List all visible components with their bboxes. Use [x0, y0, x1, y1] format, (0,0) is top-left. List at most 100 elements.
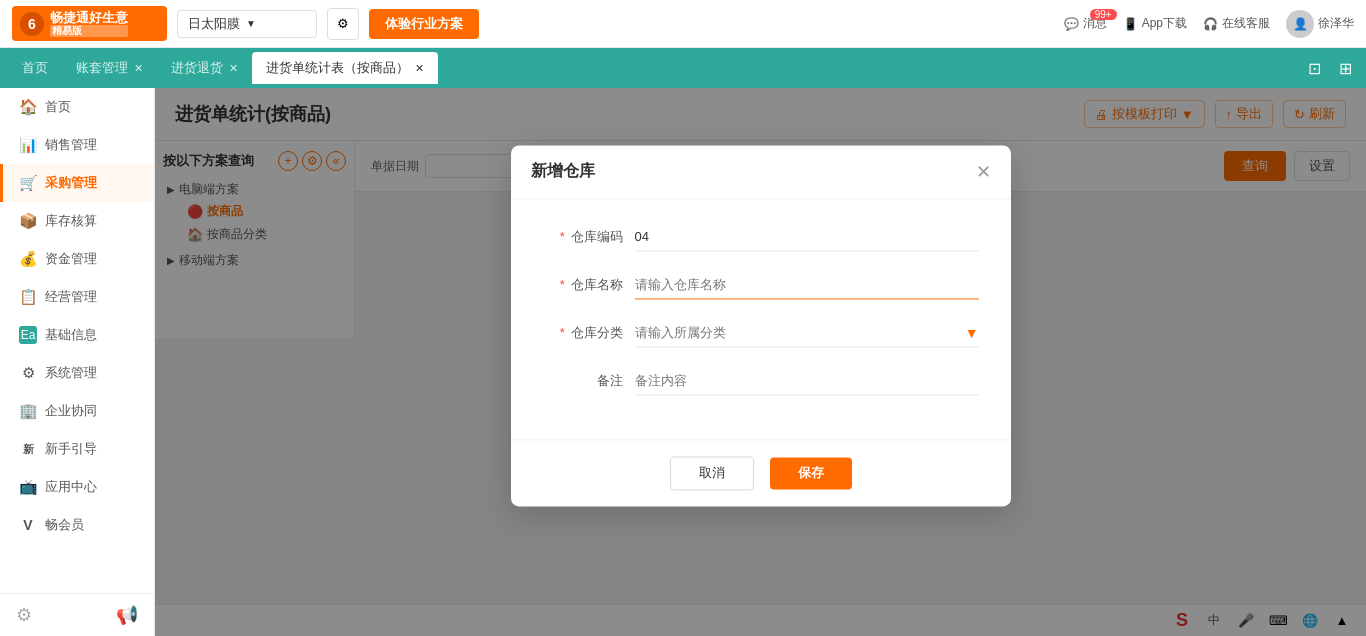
purchase-icon: 🛒 — [19, 174, 37, 192]
logo-icon: 6 — [20, 12, 44, 36]
tab-purchase-stats-label: 进货单统计表（按商品） — [266, 59, 409, 77]
code-required: * — [560, 229, 565, 244]
sidebar-item-appcenter[interactable]: 📺 应用中心 — [0, 468, 154, 506]
sidebar-item-sales[interactable]: 📊 销售管理 — [0, 126, 154, 164]
code-input[interactable] — [635, 223, 979, 251]
settings-gear-icon[interactable]: ⚙ — [16, 604, 32, 626]
sidebar-label-appcenter: 应用中心 — [45, 478, 97, 496]
category-dropdown-icon[interactable]: ▼ — [965, 325, 979, 341]
sidebar-item-guide[interactable]: 新 新手引导 — [0, 430, 154, 468]
cancel-button[interactable]: 取消 — [670, 456, 754, 490]
tab-accounts[interactable]: 账套管理 ✕ — [62, 52, 157, 84]
store-name: 日太阳膜 — [188, 15, 240, 33]
category-input[interactable] — [635, 319, 965, 346]
sidebar-item-operation[interactable]: 📋 经营管理 — [0, 278, 154, 316]
sidebar-item-vip[interactable]: V 畅会员 — [0, 506, 154, 544]
headset-icon: 🎧 — [1203, 17, 1218, 31]
header-right: 💬 消息 99+ 📱 App下载 🎧 在线客服 👤 徐泽华 — [1064, 10, 1354, 38]
tab-bar: 首页 账套管理 ✕ 进货退货 ✕ 进货单统计表（按商品） ✕ ⊡ ⊞ — [0, 48, 1366, 88]
tab-restore-button[interactable]: ⊡ — [1302, 57, 1327, 80]
speaker-icon[interactable]: 📢 — [116, 604, 138, 626]
sidebar-item-basic[interactable]: Ea 基础信息 — [0, 316, 154, 354]
online-service-item[interactable]: 🎧 在线客服 — [1203, 15, 1270, 32]
name-required: * — [560, 277, 565, 292]
store-selector[interactable]: 日太阳膜 ▼ — [177, 10, 317, 38]
sidebar: 🏠 首页 📊 销售管理 🛒 采购管理 📦 库存核算 💰 资金管理 📋 经营管理 … — [0, 88, 155, 636]
sidebar-label-guide: 新手引导 — [45, 440, 97, 458]
main-layout: 🏠 首页 📊 销售管理 🛒 采购管理 📦 库存核算 💰 资金管理 📋 经营管理 … — [0, 88, 1366, 636]
sidebar-item-home[interactable]: 🏠 首页 — [0, 88, 154, 126]
try-industry-button[interactable]: 体验行业方案 — [369, 9, 479, 39]
sidebar-label-sales: 销售管理 — [45, 136, 97, 154]
sidebar-label-home: 首页 — [45, 98, 71, 116]
sidebar-item-purchase[interactable]: 🛒 采购管理 — [0, 164, 154, 202]
name-input[interactable] — [635, 271, 979, 299]
vip-icon: V — [19, 516, 37, 534]
enterprise-icon: 🏢 — [19, 402, 37, 420]
sidebar-item-inventory[interactable]: 📦 库存核算 — [0, 202, 154, 240]
modal-header: 新增仓库 ✕ — [511, 145, 1011, 199]
tab-expand-button[interactable]: ⊞ — [1333, 57, 1358, 80]
online-service-label: 在线客服 — [1222, 15, 1270, 32]
gear-icon: ⚙ — [337, 16, 349, 31]
tab-home[interactable]: 首页 — [8, 52, 62, 84]
sidebar-label-operation: 经营管理 — [45, 288, 97, 306]
tab-accounts-close[interactable]: ✕ — [134, 62, 143, 75]
sidebar-item-finance[interactable]: 💰 资金管理 — [0, 240, 154, 278]
app-download-item[interactable]: 📱 App下载 — [1123, 15, 1187, 32]
finance-icon: 💰 — [19, 250, 37, 268]
user-item[interactable]: 👤 徐泽华 — [1286, 10, 1354, 38]
modal-title: 新增仓库 — [531, 161, 595, 182]
sidebar-label-enterprise: 企业协同 — [45, 402, 97, 420]
content-area: 进货单统计(按商品) 🖨 按模板打印 ▼ ↑ 导出 ↻ 刷新 — [155, 88, 1366, 636]
tab-bar-actions: ⊡ ⊞ — [1302, 57, 1358, 80]
modal-body: * 仓库编码 * 仓库名称 * 仓库 — [511, 199, 1011, 439]
form-row-code: * 仓库编码 — [543, 223, 979, 251]
message-icon: 💬 — [1064, 17, 1079, 31]
modal-footer: 取消 保存 — [511, 439, 1011, 506]
gear-button[interactable]: ⚙ — [327, 8, 359, 40]
category-label: * 仓库分类 — [543, 324, 623, 342]
name-label: * 仓库名称 — [543, 276, 623, 294]
tab-purchase-return[interactable]: 进货退货 ✕ — [157, 52, 252, 84]
add-warehouse-modal: 新增仓库 ✕ * 仓库编码 * 仓库名称 — [511, 145, 1011, 506]
category-required: * — [560, 325, 565, 340]
logo-badge: 精易版 — [50, 25, 128, 37]
sidebar-item-enterprise[interactable]: 🏢 企业协同 — [0, 392, 154, 430]
sales-icon: 📊 — [19, 136, 37, 154]
basic-icon: Ea — [19, 326, 37, 344]
inventory-icon: 📦 — [19, 212, 37, 230]
sidebar-label-system: 系统管理 — [45, 364, 97, 382]
tab-accounts-label: 账套管理 — [76, 59, 128, 77]
sidebar-item-system[interactable]: ⚙ 系统管理 — [0, 354, 154, 392]
tab-purchase-return-close[interactable]: ✕ — [229, 62, 238, 75]
save-button[interactable]: 保存 — [770, 457, 852, 489]
logo-area: 6 畅捷通好生意 精易版 — [12, 6, 167, 42]
phone-icon: 📱 — [1123, 17, 1138, 31]
tab-purchase-return-label: 进货退货 — [171, 59, 223, 77]
sidebar-label-purchase: 采购管理 — [45, 174, 97, 192]
tab-purchase-stats[interactable]: 进货单统计表（按商品） ✕ — [252, 52, 438, 84]
sidebar-bottom: ⚙ 📢 — [0, 593, 154, 636]
app-download-label: App下载 — [1142, 15, 1187, 32]
modal-close-button[interactable]: ✕ — [976, 163, 991, 181]
message-item[interactable]: 💬 消息 99+ — [1064, 15, 1107, 32]
form-row-note: 备注 — [543, 367, 979, 395]
sidebar-label-finance: 资金管理 — [45, 250, 97, 268]
message-badge: 99+ — [1090, 9, 1117, 20]
operation-icon: 📋 — [19, 288, 37, 306]
category-select-wrap: ▼ — [635, 319, 979, 347]
chevron-down-icon: ▼ — [246, 18, 256, 29]
logo-name: 畅捷通好生意 — [50, 10, 128, 26]
appcenter-icon: 📺 — [19, 478, 37, 496]
system-icon: ⚙ — [19, 364, 37, 382]
guide-icon: 新 — [19, 440, 37, 458]
form-row-name: * 仓库名称 — [543, 271, 979, 299]
top-header: 6 畅捷通好生意 精易版 日太阳膜 ▼ ⚙ 体验行业方案 💬 消息 99+ 📱 … — [0, 0, 1366, 48]
note-input[interactable] — [635, 367, 979, 395]
logo-text: 畅捷通好生意 精易版 — [50, 10, 128, 38]
avatar: 👤 — [1286, 10, 1314, 38]
form-row-category: * 仓库分类 ▼ — [543, 319, 979, 347]
tab-purchase-stats-close[interactable]: ✕ — [415, 62, 424, 75]
code-label: * 仓库编码 — [543, 228, 623, 246]
